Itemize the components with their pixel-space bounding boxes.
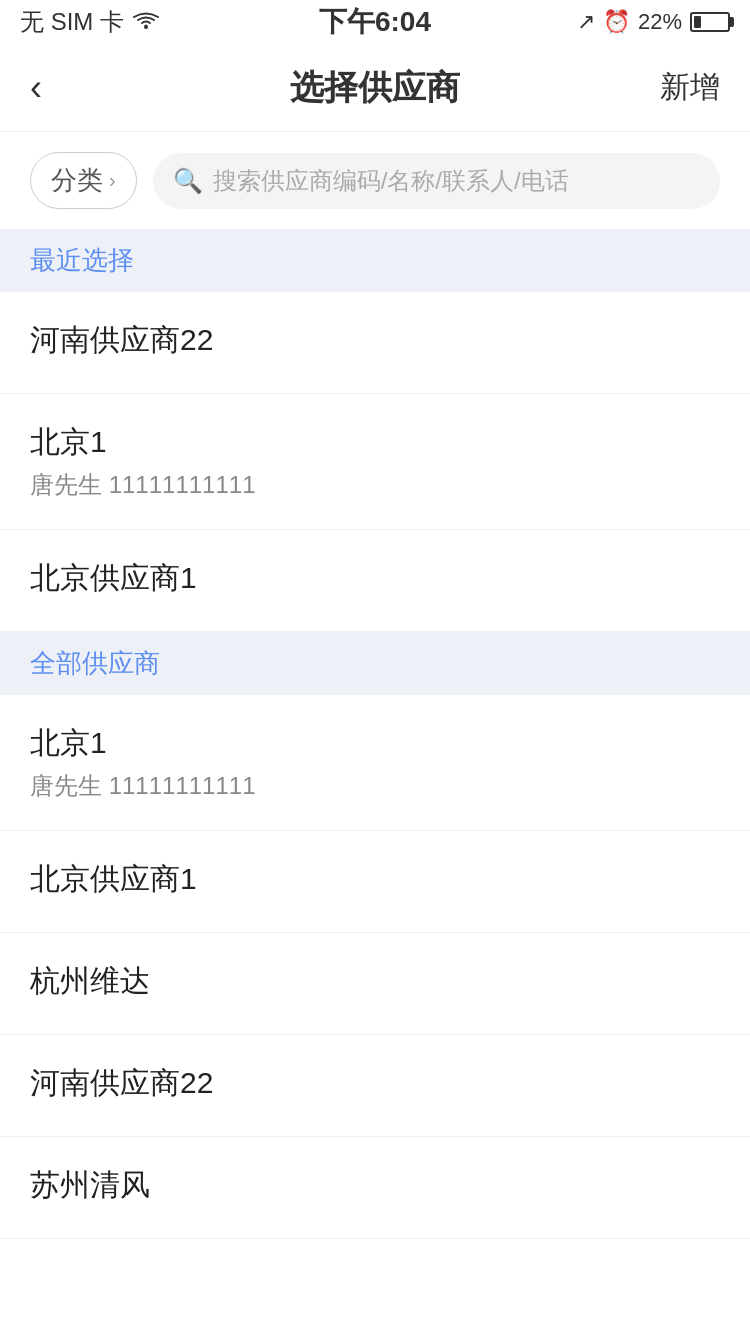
carrier-text: 无 SIM 卡 — [20, 6, 124, 38]
status-left: 无 SIM 卡 — [20, 6, 160, 38]
search-box[interactable]: 🔍 搜索供应商编码/名称/联系人/电话 — [153, 153, 720, 209]
item-name: 河南供应商22 — [30, 1063, 720, 1104]
wifi-icon — [132, 8, 160, 36]
all-list-item[interactable]: 杭州维达 — [0, 933, 750, 1035]
item-name: 北京1 — [30, 422, 720, 463]
nav-bar: ‹ 选择供应商 新增 — [0, 44, 750, 132]
battery-percent: 22% — [638, 9, 682, 35]
search-icon: 🔍 — [173, 167, 203, 195]
all-list-item[interactable]: 北京供应商1 — [0, 831, 750, 933]
page-title: 选择供应商 — [290, 65, 460, 111]
item-detail: 唐先生 11111111111 — [30, 469, 720, 501]
recent-list-item[interactable]: 北京供应商1 — [0, 530, 750, 632]
item-name: 河南供应商22 — [30, 320, 720, 361]
recent-list-item[interactable]: 北京1 唐先生 11111111111 — [0, 394, 750, 530]
search-placeholder: 搜索供应商编码/名称/联系人/电话 — [213, 165, 569, 197]
item-detail: 唐先生 11111111111 — [30, 770, 720, 802]
recent-section-header: 最近选择 — [0, 229, 750, 292]
item-name: 苏州清风 — [30, 1165, 720, 1206]
status-time: 下午6:04 — [319, 3, 431, 41]
filter-bar: 分类 › 🔍 搜索供应商编码/名称/联系人/电话 — [0, 132, 750, 229]
all-list-item[interactable]: 苏州清风 — [0, 1137, 750, 1239]
location-icon: ↗ — [577, 9, 595, 35]
item-name: 北京供应商1 — [30, 558, 720, 599]
all-section-header: 全部供应商 — [0, 632, 750, 695]
battery-icon — [690, 12, 730, 32]
add-button[interactable]: 新增 — [660, 67, 720, 108]
recent-list: 河南供应商22 北京1 唐先生 11111111111 北京供应商1 — [0, 292, 750, 632]
item-name: 北京供应商1 — [30, 859, 720, 900]
all-list-item[interactable]: 北京1 唐先生 11111111111 — [0, 695, 750, 831]
svg-point-0 — [144, 25, 148, 29]
status-bar: 无 SIM 卡 下午6:04 ↗ ⏰ 22% — [0, 0, 750, 44]
chevron-right-icon: › — [109, 169, 116, 192]
all-list-item[interactable]: 河南供应商22 — [0, 1035, 750, 1137]
item-name: 北京1 — [30, 723, 720, 764]
all-list: 北京1 唐先生 11111111111 北京供应商1 杭州维达河南供应商22 苏州清风 — [0, 695, 750, 1239]
alarm-icon: ⏰ — [603, 9, 630, 35]
recent-list-item[interactable]: 河南供应商22 — [0, 292, 750, 394]
status-right: ↗ ⏰ 22% — [577, 9, 730, 35]
category-button[interactable]: 分类 › — [30, 152, 137, 209]
category-label: 分类 — [51, 163, 103, 198]
item-name: 杭州维达 — [30, 961, 720, 1002]
back-button[interactable]: ‹ — [30, 67, 90, 109]
